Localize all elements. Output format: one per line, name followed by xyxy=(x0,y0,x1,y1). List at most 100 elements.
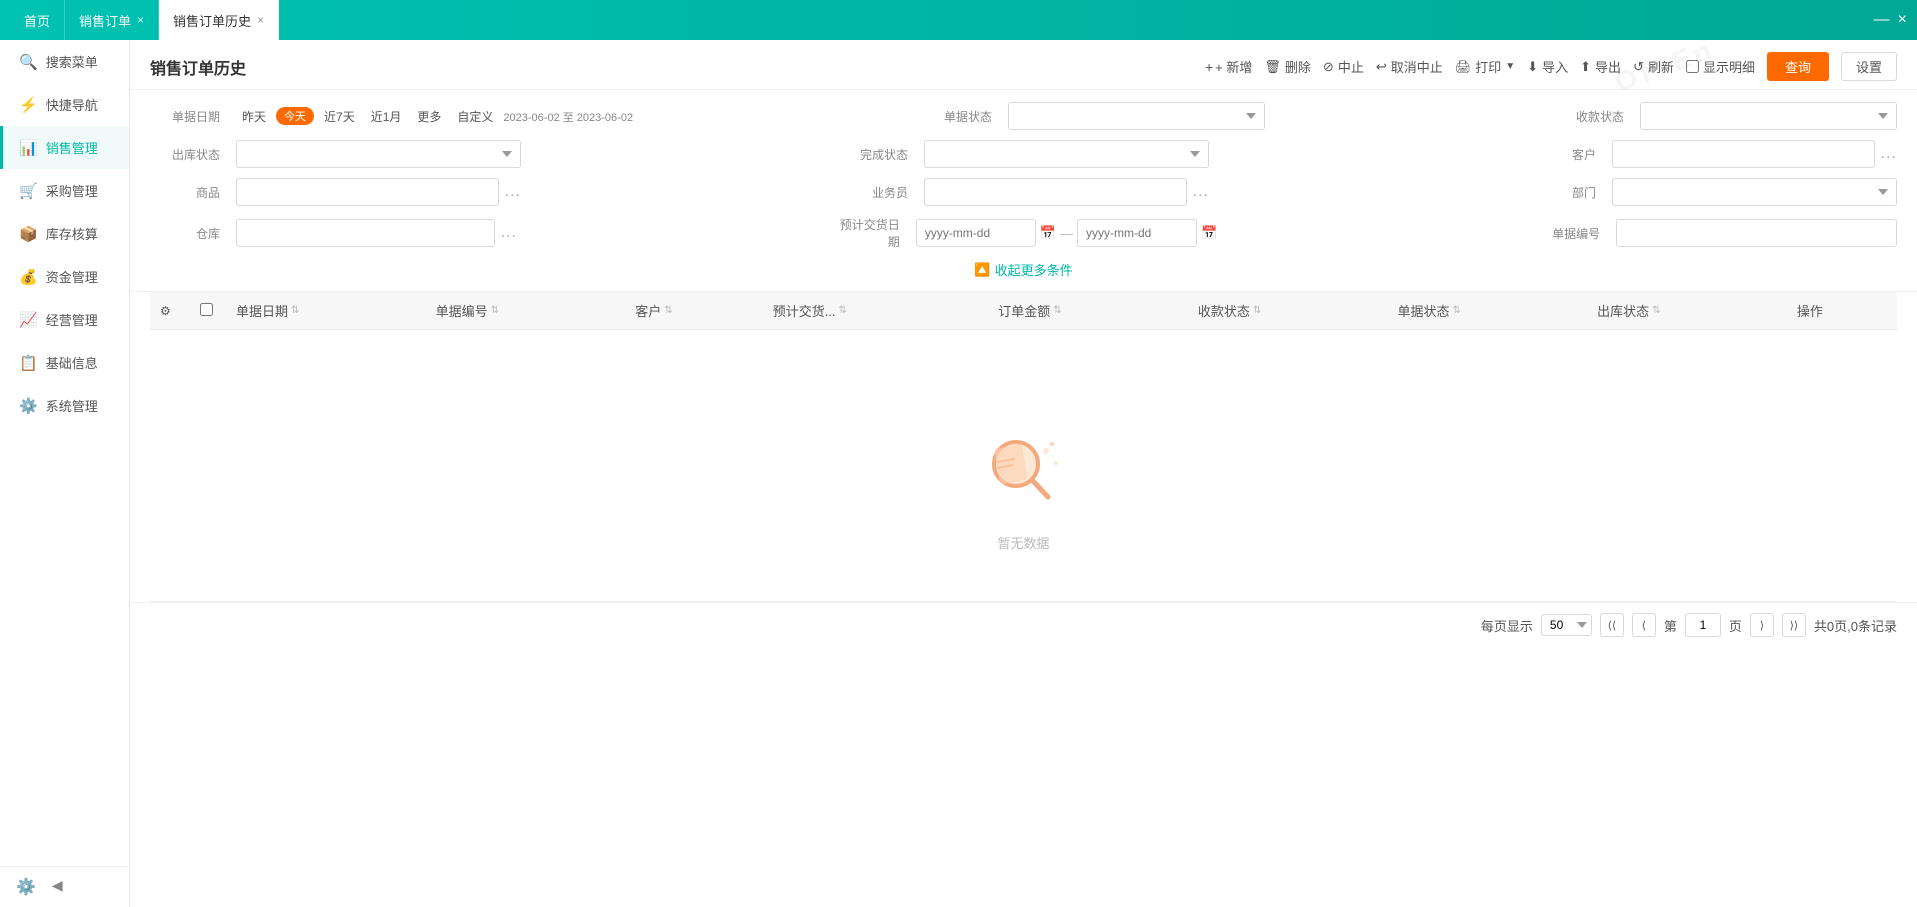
product-field: ... xyxy=(236,178,521,206)
select-all-checkbox[interactable] xyxy=(200,303,213,316)
date-option-more[interactable]: 更多 xyxy=(411,107,447,126)
date-option-yesterday[interactable]: 昨天 xyxy=(236,107,272,126)
th-delivery-date[interactable]: 预计交货... ⇅ xyxy=(763,292,989,330)
jump-word: 第 xyxy=(1664,616,1677,635)
empty-state: 暂无数据 xyxy=(160,339,1887,592)
capital-icon: 💰 xyxy=(19,268,38,286)
sidebar-item-search-menu[interactable]: 🔍 搜索菜单 xyxy=(0,40,129,83)
minimize-icon[interactable]: — xyxy=(1874,11,1890,29)
empty-row: 暂无数据 xyxy=(150,330,1897,602)
receipt-status-label: 收款状态 xyxy=(1554,108,1624,125)
th-bill-date[interactable]: 单据日期 ⇅ xyxy=(226,292,426,330)
delivery-date-end[interactable] xyxy=(1077,219,1197,247)
print-dropdown-icon: ▼ xyxy=(1505,61,1515,72)
out-status-select[interactable] xyxy=(236,140,521,168)
cancel-stop-button[interactable]: ↩ 取消中止 xyxy=(1376,57,1443,76)
next-page-button[interactable]: ⟩ xyxy=(1750,613,1774,637)
sys-mgmt-icon: ⚙️ xyxy=(19,397,38,415)
sidebar-collapse-icon[interactable]: ◀ xyxy=(52,877,63,897)
sidebar-item-sales-mgmt[interactable]: 📊 销售管理 xyxy=(0,126,129,169)
refresh-button[interactable]: ↺ 刷新 xyxy=(1633,57,1674,76)
bill-status-field xyxy=(1008,102,1265,130)
new-button[interactable]: + + 新增 xyxy=(1205,57,1252,76)
sidebar-item-label: 采购管理 xyxy=(46,181,98,200)
th-bill-no[interactable]: 单据编号 ⇅ xyxy=(426,292,626,330)
close-window-icon[interactable]: × xyxy=(1898,11,1907,29)
date-option-today[interactable]: 今天 xyxy=(276,107,314,125)
collapse-button[interactable]: 🔼 收起更多条件 xyxy=(974,260,1072,279)
import-button[interactable]: ⬇ 导入 xyxy=(1527,57,1568,76)
tab-home[interactable]: 首页 xyxy=(10,0,65,40)
show-detail-checkbox[interactable] xyxy=(1686,60,1699,73)
warehouse-dots[interactable]: ... xyxy=(501,224,517,242)
salesperson-input[interactable] xyxy=(924,178,1187,206)
last-page-button[interactable]: ⟩⟩ xyxy=(1782,613,1806,637)
stop-button[interactable]: ⊘ 中止 xyxy=(1323,57,1364,76)
th-checkbox[interactable] xyxy=(190,292,226,330)
sidebar-item-label: 搜索菜单 xyxy=(46,52,98,71)
delivery-date-start[interactable] xyxy=(916,219,1036,247)
operation-icon: 📈 xyxy=(19,311,38,329)
th-customer[interactable]: 客户 ⇅ xyxy=(625,292,762,330)
warehouse-input[interactable] xyxy=(236,219,495,247)
sort-out-status-icon: ⇅ xyxy=(1652,305,1660,316)
th-settings[interactable]: ⚙ xyxy=(150,292,190,330)
date-range-display: 2023-06-02 至 2023-06-02 xyxy=(503,109,633,125)
product-dots[interactable]: ... xyxy=(505,183,521,201)
sidebar-settings-icon[interactable]: ⚙️ xyxy=(16,877,36,897)
bill-no-input[interactable] xyxy=(1616,219,1897,247)
th-out-status[interactable]: 出库状态 ⇅ xyxy=(1587,292,1787,330)
sidebar-item-sys-mgmt[interactable]: ⚙️ 系统管理 xyxy=(0,384,129,427)
dept-select[interactable] xyxy=(1612,178,1897,206)
th-order-amount[interactable]: 订单金额 ⇅ xyxy=(988,292,1188,330)
sidebar-item-capital[interactable]: 💰 资金管理 xyxy=(0,255,129,298)
table-wrapper: ⚙ 单据日期 ⇅ 单据编号 ⇅ xyxy=(130,292,1917,602)
sort-delivery-date-icon: ⇅ xyxy=(839,305,847,316)
complete-status-label: 完成状态 xyxy=(838,146,908,163)
sidebar-item-purchase-mgmt[interactable]: 🛒 采购管理 xyxy=(0,169,129,212)
sidebar-item-base-info[interactable]: 📋 基础信息 xyxy=(0,341,129,384)
content-area: 销售订单历史 + + 新增 🗑 删除 ⊘ 中止 ↩ 取消中止 xyxy=(130,40,1917,907)
product-input[interactable] xyxy=(236,178,499,206)
receipt-status-select[interactable] xyxy=(1640,102,1897,130)
page-size-label: 每页显示 xyxy=(1481,616,1533,635)
close-history-tab[interactable]: × xyxy=(257,13,264,27)
tab-sales-order-history[interactable]: 销售订单历史 × xyxy=(159,0,279,40)
sort-bill-status-icon: ⇅ xyxy=(1453,305,1461,316)
import-icon: ⬇ xyxy=(1527,59,1538,75)
receipt-status-field xyxy=(1640,102,1897,130)
page-number-input[interactable] xyxy=(1685,613,1721,637)
sidebar-bottom: ⚙️ ◀ xyxy=(0,866,129,907)
calendar-start-icon[interactable]: 📅 xyxy=(1040,225,1056,241)
export-button[interactable]: ⬆ 导出 xyxy=(1580,57,1621,76)
dept-field xyxy=(1612,178,1897,206)
date-option-custom[interactable]: 自定义 xyxy=(451,107,499,126)
sidebar-item-operation[interactable]: 📈 经营管理 xyxy=(0,298,129,341)
show-detail-checkbox-label[interactable]: 显示明细 xyxy=(1686,57,1755,76)
sidebar-item-inventory[interactable]: 📦 库存核算 xyxy=(0,212,129,255)
delete-button[interactable]: 🗑 删除 xyxy=(1264,57,1311,76)
date-option-1month[interactable]: 近1月 xyxy=(365,107,408,126)
calendar-end-icon[interactable]: 📅 xyxy=(1201,225,1217,241)
collapse-up-icon: 🔼 xyxy=(974,262,990,278)
dept-label: 部门 xyxy=(1526,184,1596,201)
tab-sales-order[interactable]: 销售订单 × xyxy=(65,0,159,40)
salesperson-dots[interactable]: ... xyxy=(1193,183,1209,201)
customer-input[interactable] xyxy=(1612,140,1875,168)
bill-no-label: 单据编号 xyxy=(1530,225,1600,242)
first-page-button[interactable]: ⟨⟨ xyxy=(1600,613,1624,637)
date-option-7days[interactable]: 近7天 xyxy=(318,107,361,126)
page-size-select[interactable]: 10 20 50 100 xyxy=(1541,614,1592,636)
query-button[interactable]: 查询 xyxy=(1767,52,1829,81)
bill-status-select[interactable] xyxy=(1008,102,1265,130)
th-receipt-status[interactable]: 收款状态 ⇅ xyxy=(1188,292,1388,330)
sidebar-item-quick-nav[interactable]: ⚡ 快捷导航 xyxy=(0,83,129,126)
print-button[interactable]: 🖨 打印 ▼ xyxy=(1455,57,1515,76)
setting-button[interactable]: 设置 xyxy=(1841,52,1897,81)
th-bill-status[interactable]: 单据状态 ⇅ xyxy=(1388,292,1588,330)
prev-page-button[interactable]: ⟨ xyxy=(1632,613,1656,637)
complete-status-select[interactable] xyxy=(924,140,1209,168)
date-separator: — xyxy=(1060,226,1073,241)
customer-dots[interactable]: ... xyxy=(1881,145,1897,163)
close-sales-order-tab[interactable]: × xyxy=(137,13,144,27)
